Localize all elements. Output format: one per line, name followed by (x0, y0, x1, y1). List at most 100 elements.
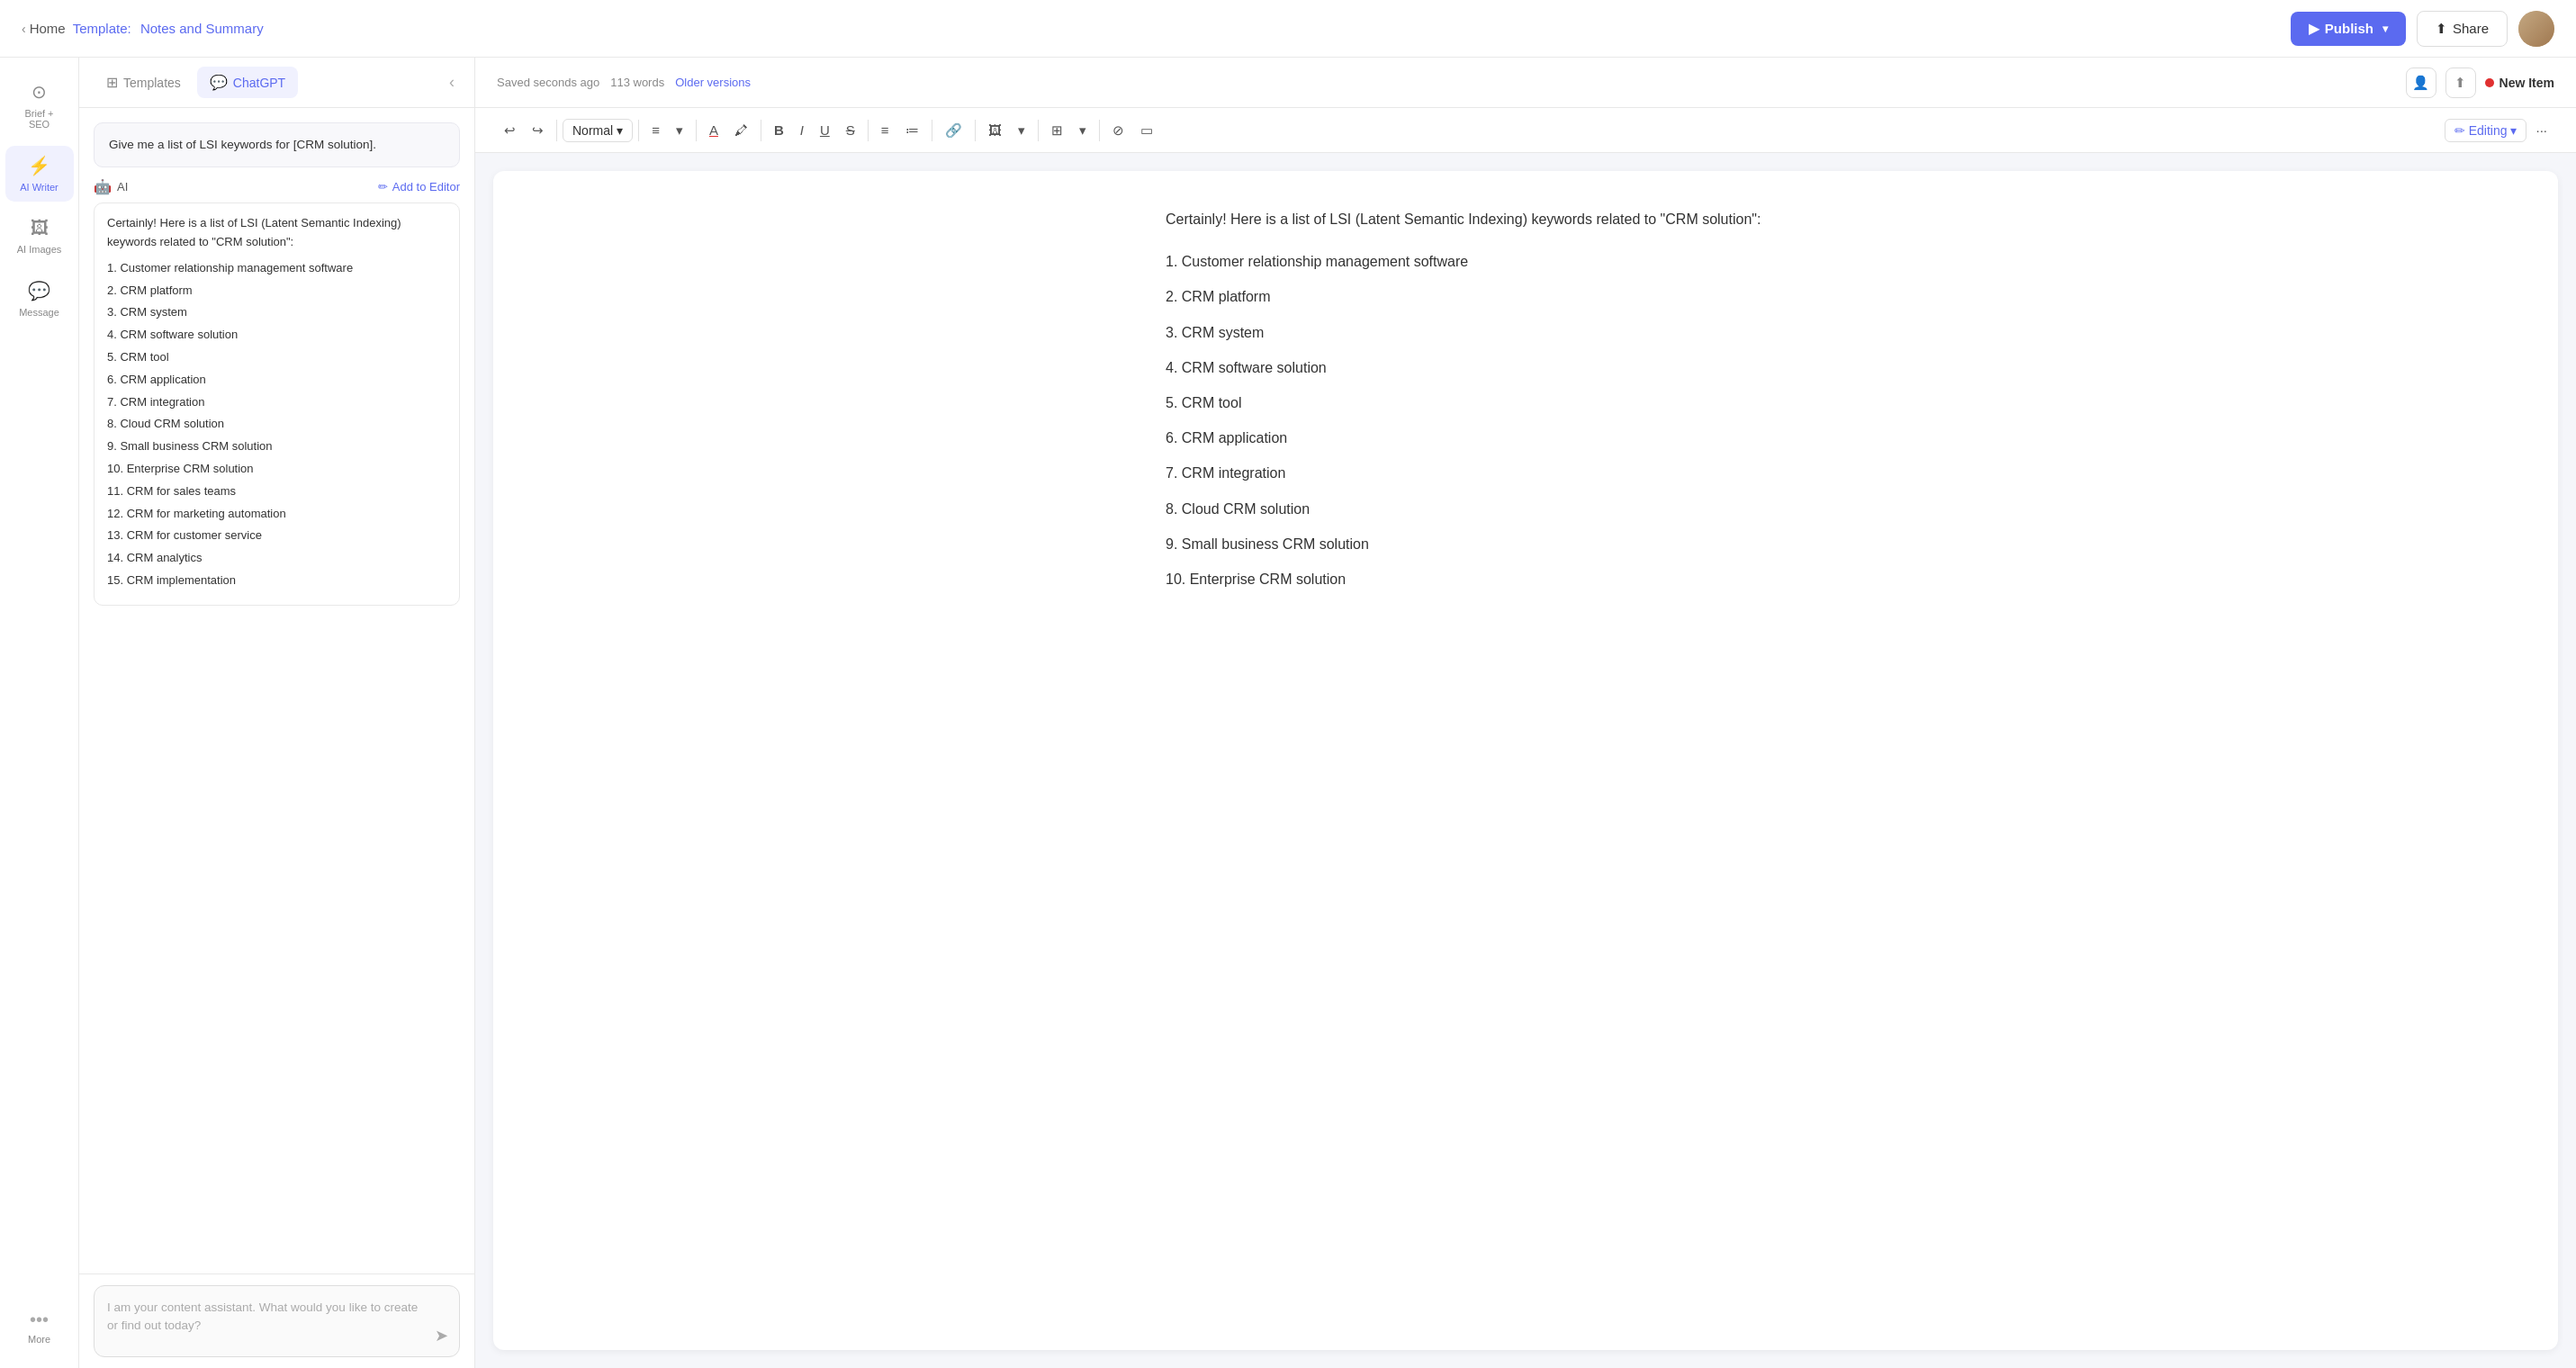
table-button[interactable]: ⊞ (1044, 117, 1070, 144)
breadcrumb-link[interactable]: Notes and Summary (140, 21, 264, 36)
sidebar-item-ai-images[interactable]: 🖼 AI Images (5, 209, 74, 264)
tab-templates-label: Templates (123, 76, 181, 90)
word-count: 113 words (610, 76, 664, 89)
style-chevron-icon: ▾ (617, 123, 623, 138)
italic-button[interactable]: I (793, 117, 811, 143)
list-item: 15. CRM implementation (107, 572, 446, 590)
list-item: 2. CRM platform (107, 282, 446, 301)
toolbar-more-button[interactable]: ··· (2528, 117, 2554, 143)
list-item: 3. CRM system (107, 303, 446, 322)
bold-button[interactable]: B (767, 117, 791, 143)
list-item: 8. Cloud CRM solution (107, 415, 446, 434)
editing-mode-selector[interactable]: ✏ Editing ▾ (2445, 119, 2527, 142)
list-item: 11. CRM for sales teams (107, 482, 446, 501)
home-button[interactable]: ‹ Home (22, 21, 66, 36)
editor-items: 1. Customer relationship management soft… (1166, 249, 1886, 591)
link-button[interactable]: 🔗 (938, 117, 969, 144)
share-alt-icon: ⬆ (2454, 75, 2466, 91)
share-icon: ⬆ (2436, 21, 2447, 37)
tab-templates[interactable]: ⊞ Templates (94, 67, 194, 98)
toolbar-separator-7 (975, 120, 976, 141)
avatar-image (2518, 11, 2554, 47)
new-item-label: New Item (2499, 76, 2554, 90)
image-button[interactable]: 🖼 (981, 117, 1009, 143)
strikethrough-button[interactable]: S (839, 117, 862, 143)
share-doc-icon[interactable]: ⬆ (2445, 68, 2476, 98)
editor-content[interactable]: Certainly! Here is a list of LSI (Latent… (493, 171, 2558, 1350)
tab-chatgpt-label: ChatGPT (233, 76, 285, 90)
collaborators-icon[interactable]: 👤 (2406, 68, 2436, 98)
sidebar-label-more: More (28, 1334, 50, 1345)
share-label: Share (2453, 21, 2489, 36)
brief-seo-icon: ⊙ (32, 81, 47, 103)
breadcrumb: Template: Notes and Summary (73, 21, 264, 36)
panel-collapse-button[interactable]: ‹ (444, 68, 460, 97)
prompt-text: Give me a list of LSI keywords for [CRM … (109, 138, 376, 151)
person-circle-icon: 👤 (2412, 75, 2429, 91)
avatar[interactable] (2518, 11, 2554, 47)
ai-items-list: 1. Customer relationship management soft… (107, 259, 446, 590)
toolbar-separator-8 (1038, 120, 1039, 141)
publish-label: Publish (2325, 21, 2373, 36)
list-item: 9. Small business CRM solution (1166, 532, 1886, 556)
align-chevron-button[interactable]: ▾ (669, 117, 690, 144)
text-color-button[interactable]: A (702, 117, 725, 143)
sidebar-item-message[interactable]: 💬 Message (5, 271, 74, 327)
ai-content: Certainly! Here is a list of LSI (Latent… (94, 202, 460, 606)
sidebar-item-brief-seo[interactable]: ⊙ Brief + SEO (5, 72, 74, 139)
list-item: 5. CRM tool (107, 348, 446, 367)
doc-meta: Saved seconds ago 113 words Older versio… (497, 76, 751, 89)
add-to-editor-icon: ✏ (378, 180, 388, 194)
send-button[interactable]: ➤ (435, 1326, 448, 1346)
underline-button[interactable]: U (813, 117, 837, 143)
sidebar-item-more[interactable]: ••• More (5, 1300, 74, 1354)
ai-response-header: 🤖 AI ✏ Add to Editor (94, 178, 460, 195)
bullet-list-button[interactable]: ≡ (874, 117, 896, 143)
sidebar-label-brief-seo: Brief + SEO (16, 108, 63, 130)
image-chevron-button[interactable]: ▾ (1011, 117, 1032, 144)
chat-input-box[interactable]: I am your content assistant. What would … (94, 1285, 460, 1357)
list-item: 10. Enterprise CRM solution (107, 460, 446, 479)
list-item: 13. CRM for customer service (107, 526, 446, 545)
editor-toolbar: ↩ ↪ Normal ▾ ≡ ▾ A 🖍 B I U S ≡ ≔ 🔗 🖼 (475, 108, 2576, 153)
panel-body: Give me a list of LSI keywords for [CRM … (79, 108, 474, 1274)
share-button[interactable]: ⬆ Share (2417, 11, 2508, 47)
sidebar-item-ai-writer[interactable]: ⚡ AI Writer (5, 146, 74, 202)
table-chevron-button[interactable]: ▾ (1072, 117, 1094, 144)
list-item: 1. Customer relationship management soft… (1166, 249, 1886, 274)
ai-writer-icon: ⚡ (28, 155, 50, 176)
list-item: 14. CRM analytics (107, 549, 446, 568)
new-item-button[interactable]: New Item (2485, 76, 2554, 90)
list-item: 4. CRM software solution (107, 326, 446, 345)
ai-response: 🤖 AI ✏ Add to Editor Certainly! Here is … (94, 178, 460, 606)
chat-input-area: I am your content assistant. What would … (79, 1274, 474, 1368)
undo-button[interactable]: ↩ (497, 117, 523, 144)
home-label: Home (30, 21, 66, 36)
ai-label-text: AI (117, 180, 128, 194)
left-sidebar: ⊙ Brief + SEO ⚡ AI Writer 🖼 AI Images 💬 … (0, 58, 79, 1368)
add-to-editor-button[interactable]: ✏ Add to Editor (378, 180, 460, 194)
list-item: 10. Enterprise CRM solution (1166, 567, 1886, 591)
style-dropdown[interactable]: Normal ▾ (563, 119, 633, 142)
list-item: 9. Small business CRM solution (107, 437, 446, 456)
clear-format-button[interactable]: ⊘ (1105, 117, 1131, 144)
publish-button[interactable]: ▶ Publish ▾ (2291, 12, 2406, 46)
list-item: 1. Customer relationship management soft… (107, 259, 446, 278)
publish-icon: ▶ (2309, 21, 2319, 37)
sidebar-label-ai-images: AI Images (17, 244, 62, 255)
older-versions-link[interactable]: Older versions (675, 76, 751, 89)
highlight-button[interactable]: 🖍 (727, 117, 755, 143)
ordered-list-button[interactable]: ≔ (898, 117, 926, 144)
redo-button[interactable]: ↪ (525, 117, 551, 144)
chevron-down-icon: ▾ (2382, 22, 2388, 35)
sidebar-label-message: Message (19, 307, 59, 318)
panel: ⊞ Templates 💬 ChatGPT ‹ Give me a list o… (79, 58, 475, 1368)
align-button[interactable]: ≡ (644, 117, 667, 143)
ai-label: 🤖 AI (94, 178, 128, 195)
add-to-editor-label: Add to Editor (392, 180, 460, 194)
style-label: Normal (572, 123, 613, 138)
editor-topbar: Saved seconds ago 113 words Older versio… (475, 58, 2576, 108)
breadcrumb-prefix: Template: (73, 21, 131, 36)
tab-chatgpt[interactable]: 💬 ChatGPT (197, 67, 298, 98)
format-extra-button[interactable]: ▭ (1133, 117, 1160, 144)
